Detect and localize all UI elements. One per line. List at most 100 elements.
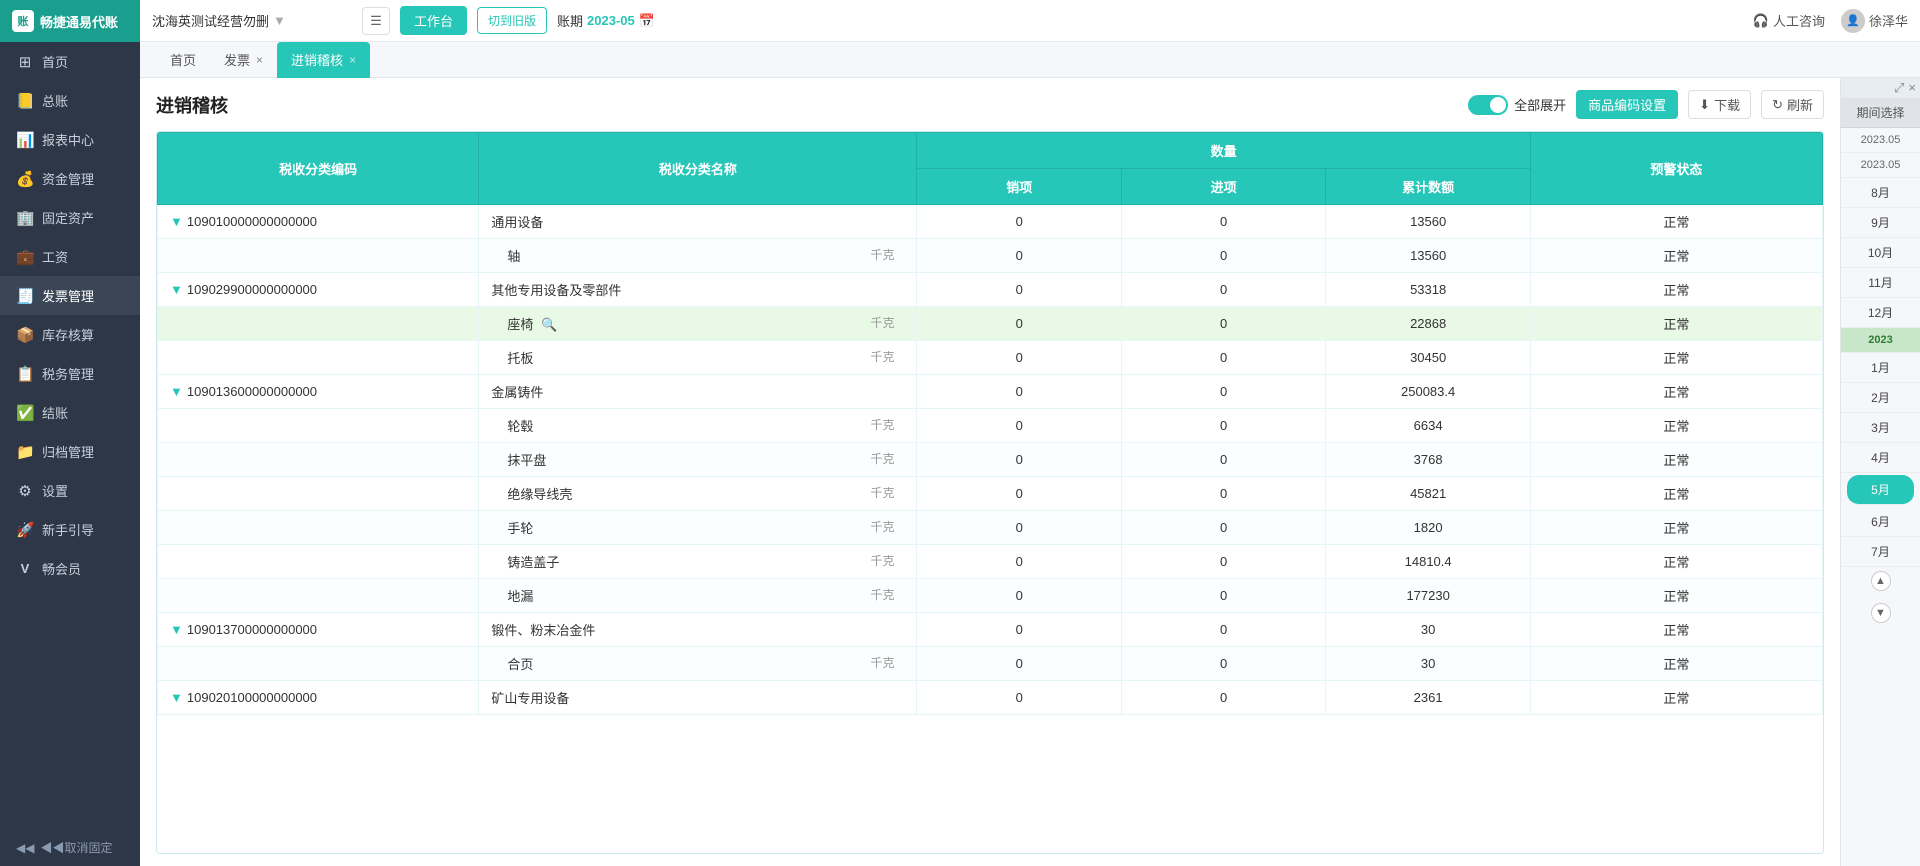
period-month-item[interactable]: 4月	[1841, 443, 1920, 473]
expand-toggle[interactable]	[1468, 95, 1508, 115]
user-menu[interactable]: 👤 徐泽华	[1841, 9, 1908, 33]
table-row-total: 13560	[1326, 205, 1530, 239]
sidebar-item-invoice[interactable]: 🧾 发票管理	[0, 276, 140, 315]
sidebar-pin-toggle[interactable]: ◀◀ ◀◀取消固定	[0, 829, 140, 866]
sidebar-item-ledger[interactable]: 📒 总账	[0, 81, 140, 120]
workbench-button[interactable]: 工作台	[400, 6, 467, 35]
period-month-item[interactable]: 2月	[1841, 383, 1920, 413]
sidebar-item-inventory[interactable]: 📦 库存核算	[0, 315, 140, 354]
report-icon: 📊	[16, 131, 34, 149]
archive-button[interactable]: ☰	[362, 7, 390, 35]
period-month-item[interactable]: 1月	[1841, 353, 1920, 383]
product-code-button[interactable]: 商品编码设置	[1576, 90, 1678, 119]
inventory-icon: 📦	[16, 326, 34, 344]
logo-icon: 账	[12, 10, 34, 32]
headset-icon: 🎧	[1753, 13, 1769, 29]
sidebar-item-label: 工资	[42, 247, 68, 266]
payroll-icon: 💼	[16, 248, 34, 266]
tab-invoice-close[interactable]: ×	[256, 53, 263, 67]
table-row-sale: 0	[917, 647, 1121, 681]
table-row-sale: 0	[917, 375, 1121, 409]
sidebar-item-label: 资金管理	[42, 169, 94, 188]
col-header-total: 累计数额	[1326, 169, 1530, 205]
tab-reconcile-close[interactable]: ×	[349, 53, 356, 67]
period-month-item[interactable]: 5月	[1847, 475, 1914, 505]
table-row-name: 铸造盖子 千克	[479, 545, 917, 579]
sidebar-item-label: 总账	[42, 91, 68, 110]
period-up-button[interactable]: ▲	[1871, 571, 1891, 591]
data-table-wrap: 税收分类编码 税收分类名称 数量 预警状态 销项 进项 累计数额	[156, 131, 1824, 854]
table-row-sale: 0	[917, 443, 1121, 477]
company-selector[interactable]: 沈海英测试经营勿删 ▼	[152, 11, 352, 30]
support-label: 人工咨询	[1773, 11, 1825, 30]
table-row-sale: 0	[917, 545, 1121, 579]
member-icon: V	[16, 561, 34, 576]
sidebar-item-label: 税务管理	[42, 364, 94, 383]
period-display: 账期 2023-05 📅	[557, 11, 655, 30]
sidebar-item-tax[interactable]: 📋 税务管理	[0, 354, 140, 393]
ledger-icon: 📒	[16, 92, 34, 110]
sidebar-item-label: 发票管理	[42, 286, 94, 305]
table-row-status: 正常	[1530, 273, 1822, 307]
period-year-item[interactable]: 2023.05	[1841, 153, 1920, 178]
support-link[interactable]: 🎧 人工咨询	[1753, 11, 1825, 30]
period-month-item[interactable]: 8月	[1841, 178, 1920, 208]
tab-invoice[interactable]: 发票 ×	[210, 42, 277, 78]
page-header: 进销稽核 全部展开 商品编码设置 ⬇ 下载 ↻ 刷新	[156, 90, 1824, 119]
table-row-total: 2361	[1326, 681, 1530, 715]
table-row-code	[158, 239, 479, 273]
period-close-icon[interactable]: ×	[1908, 80, 1916, 96]
sidebar-item-settings[interactable]: ⚙ 设置	[0, 471, 140, 510]
table-row-purchase: 0	[1121, 511, 1325, 545]
sidebar-item-payroll[interactable]: 💼 工资	[0, 237, 140, 276]
refresh-button[interactable]: ↻ 刷新	[1761, 90, 1824, 119]
sidebar-item-member[interactable]: V 畅会员	[0, 549, 140, 588]
sidebar-item-report[interactable]: 📊 报表中心	[0, 120, 140, 159]
calendar-icon[interactable]: 📅	[639, 13, 655, 29]
tab-home[interactable]: 首页	[156, 42, 210, 78]
switch-version-button[interactable]: 切到旧版	[477, 7, 547, 34]
period-month-item[interactable]: 7月	[1841, 537, 1920, 567]
period-month-item[interactable]: 10月	[1841, 238, 1920, 268]
table-row-total: 14810.4	[1326, 545, 1530, 579]
period-month-item[interactable]: 2023	[1841, 328, 1920, 353]
table-row-code	[158, 307, 479, 341]
sidebar-item-home[interactable]: ⊞ 首页	[0, 42, 140, 81]
period-month-item[interactable]: 12月	[1841, 298, 1920, 328]
table-row-sale: 0	[917, 681, 1121, 715]
search-icon[interactable]: 🔍	[541, 317, 557, 332]
expand-toggle-wrap: 全部展开	[1468, 95, 1566, 115]
table-row-purchase: 0	[1121, 443, 1325, 477]
tab-reconcile[interactable]: 进销稽核 ×	[277, 42, 370, 78]
pin-icon: ◀◀	[16, 841, 34, 855]
tab-home-label: 首页	[170, 50, 196, 69]
sidebar-item-assets[interactable]: 🏢 固定资产	[0, 198, 140, 237]
logo-text: 畅捷通易代账	[40, 12, 118, 31]
sidebar-item-funds[interactable]: 💰 资金管理	[0, 159, 140, 198]
period-month-item[interactable]: 11月	[1841, 268, 1920, 298]
period-down-button[interactable]: ▼	[1871, 603, 1891, 623]
period-items-container: 2023.052023.058月9月10月11月12月20231月2月3月4月5…	[1841, 128, 1920, 567]
table-row-name: 通用设备	[479, 205, 917, 239]
sidebar-item-archive[interactable]: 📁 归档管理	[0, 432, 140, 471]
period-month-item[interactable]: 3月	[1841, 413, 1920, 443]
table-row-name: 轮毂 千克	[479, 409, 917, 443]
download-button[interactable]: ⬇ 下载	[1688, 90, 1751, 119]
table-row-total: 22868	[1326, 307, 1530, 341]
sidebar-item-label: 结账	[42, 403, 68, 422]
period-expand-icon[interactable]: ⤢	[1894, 80, 1904, 96]
table-row-purchase: 0	[1121, 375, 1325, 409]
table-row-total: 3768	[1326, 443, 1530, 477]
assets-icon: 🏢	[16, 209, 34, 227]
table-row-total: 6634	[1326, 409, 1530, 443]
sidebar-item-settlement[interactable]: ✅ 结账	[0, 393, 140, 432]
period-month-item[interactable]: 9月	[1841, 208, 1920, 238]
table-row-name: 锻件、粉末冶金件	[479, 613, 917, 647]
table-row-total: 53318	[1326, 273, 1530, 307]
table-row-name: 地漏 千克	[479, 579, 917, 613]
table-row-status: 正常	[1530, 511, 1822, 545]
period-year-item[interactable]: 2023.05	[1841, 128, 1920, 153]
period-month-item[interactable]: 6月	[1841, 507, 1920, 537]
table-row-status: 正常	[1530, 205, 1822, 239]
sidebar-item-guide[interactable]: 🚀 新手引导	[0, 510, 140, 549]
